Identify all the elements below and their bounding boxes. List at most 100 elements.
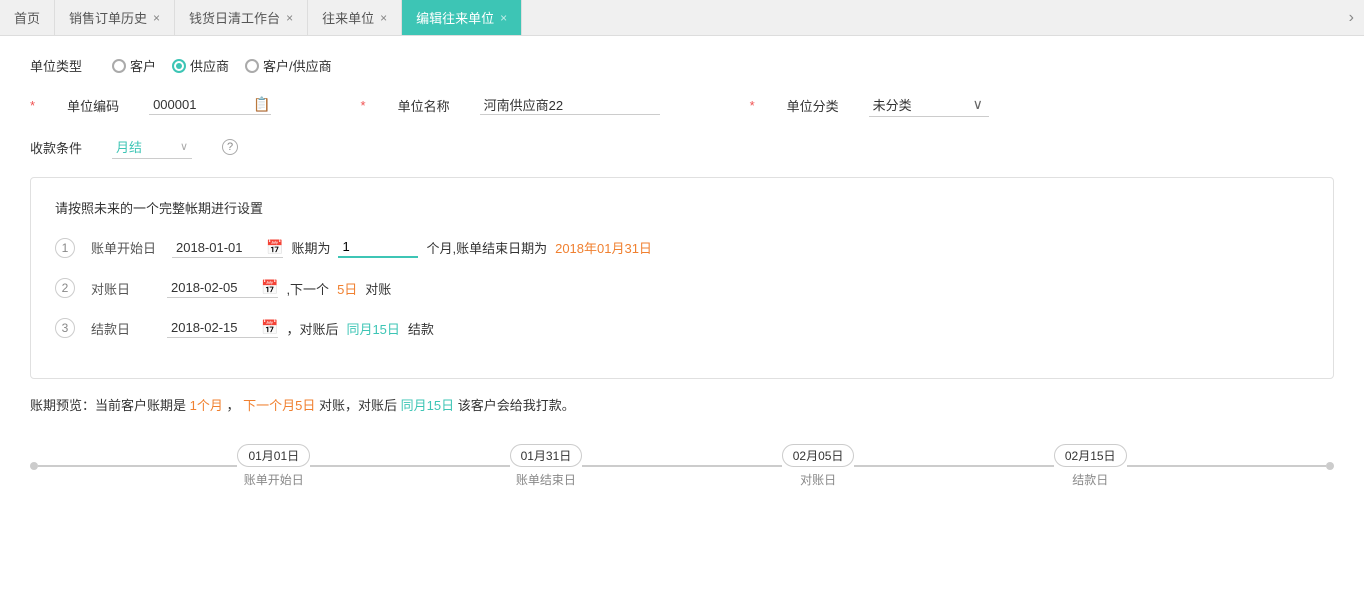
step-2-calendar-icon[interactable]: 📅 — [261, 279, 278, 296]
step-1-suffix: 账期为 — [291, 238, 330, 257]
radio-supplier-circle — [172, 59, 186, 73]
preview-text: 账期预览：当前客户账期是 1个月 ， 下一个月5日 对账，对账后 同月15日 该… — [30, 395, 1334, 414]
step-1-label: 账单开始日 — [91, 238, 156, 257]
step-2-num: 2 — [55, 278, 75, 298]
tab-edit-partner-units-close[interactable]: × — [500, 11, 507, 25]
payment-terms-select[interactable]: 月结 ∨ — [112, 135, 192, 159]
preview-mid2: 对账，对账后 — [319, 398, 397, 413]
radio-customer-label: 客户 — [130, 56, 156, 75]
step-2-content: 📅 ,下一个 5日 对账 — [167, 278, 391, 298]
unit-category-arrow: ∨ — [973, 96, 983, 113]
tab-home[interactable]: 首页 — [0, 0, 55, 35]
unit-name-input[interactable] — [480, 95, 660, 114]
unit-category-select[interactable]: 未分类 ∨ — [869, 93, 989, 117]
tab-partner-units[interactable]: 往来单位 × — [308, 0, 402, 35]
preview-section: 账期预览：当前客户账期是 1个月 ， 下一个月5日 对账，对账后 同月15日 该… — [30, 395, 1334, 498]
timeline-line-4 — [854, 465, 1053, 467]
radio-customer-supplier-label: 客户/供应商 — [263, 56, 332, 75]
radio-customer[interactable]: 客户 — [112, 56, 156, 75]
unit-info-row: * 单位编码 📋 * 单位名称 * 单位分类 未分类 ∨ — [30, 93, 1334, 117]
preview-next: 下一个月5日 — [243, 398, 315, 413]
timeline-line-1 — [38, 465, 237, 467]
radio-customer-circle — [112, 59, 126, 73]
unit-code-copy-icon[interactable]: 📋 — [253, 96, 270, 113]
step-3-highlight: 同月15日 — [346, 319, 399, 338]
radio-customer-supplier[interactable]: 客户/供应商 — [245, 56, 332, 75]
unit-name-input-wrapper — [480, 95, 660, 115]
period-setup-panel: 请按照未来的一个完整帐期进行设置 1 账单开始日 📅 账期为 个月,账单结束日期… — [30, 177, 1334, 379]
unit-category-value: 未分类 — [869, 93, 929, 116]
main-content: 单位类型 客户 供应商 客户/供应商 * 单位编码 📋 * 单位名称 — [0, 36, 1364, 608]
timeline-node-4: 02月15日 结款日 — [1054, 444, 1127, 488]
step-1-row: 1 账单开始日 📅 账期为 个月,账单结束日期为 2018年01月31日 — [55, 237, 1309, 258]
unit-name-star: * — [361, 98, 366, 113]
step-1-period-input[interactable] — [338, 237, 418, 258]
step-3-label: 结款日 — [91, 319, 151, 338]
step-1-calendar-icon[interactable]: 📅 — [266, 239, 283, 256]
tab-sales-order-history-close[interactable]: × — [153, 11, 160, 25]
unit-code-star: * — [30, 98, 35, 113]
timeline-start-dot — [30, 462, 38, 470]
step-2-date-wrapper: 📅 — [167, 278, 278, 298]
step-1-end-date: 2018年01月31日 — [555, 238, 652, 257]
unit-type-label: 单位类型 — [30, 56, 82, 75]
tab-cash-reconciliation-close[interactable]: × — [286, 11, 293, 25]
timeline-node-3-label: 对账日 — [800, 471, 836, 488]
unit-name-label: 单位名称 — [398, 96, 450, 115]
timeline-node-4-pill: 02月15日 — [1054, 444, 1127, 467]
help-icon-text: ? — [227, 141, 233, 153]
tab-cash-reconciliation[interactable]: 钱货日清工作台 × — [175, 0, 308, 35]
payment-terms-value: 月结 — [112, 135, 172, 158]
timeline-node-3: 02月05日 对账日 — [782, 444, 855, 488]
timeline-line-3 — [582, 465, 781, 467]
step-1-num: 1 — [55, 238, 75, 258]
tab-bar: 首页 销售订单历史 × 钱货日清工作台 × 往来单位 × 编辑往来单位 × › — [0, 0, 1364, 36]
timeline-line-2 — [310, 465, 509, 467]
unit-type-row: 单位类型 客户 供应商 客户/供应商 — [30, 56, 1334, 75]
step-1-content: 📅 账期为 个月,账单结束日期为 2018年01月31日 — [172, 237, 652, 258]
step-1-date-wrapper: 📅 — [172, 238, 283, 258]
tab-edit-partner-units-label: 编辑往来单位 — [416, 8, 494, 27]
step-3-suffix: ，对账后 — [286, 319, 338, 338]
timeline-end-dot — [1326, 462, 1334, 470]
preview-mid: ， — [227, 398, 240, 413]
step-3-after: 结款 — [408, 319, 434, 338]
preview-settle: 同月15日 — [401, 398, 454, 413]
payment-terms-row: 收款条件 月结 ∨ ? — [30, 135, 1334, 159]
tab-sales-order-history[interactable]: 销售订单历史 × — [55, 0, 175, 35]
step-1-date-input[interactable] — [172, 238, 262, 257]
timeline-node-3-pill: 02月05日 — [782, 444, 855, 467]
unit-type-radio-group: 客户 供应商 客户/供应商 — [112, 56, 332, 75]
preview-suffix: 该客户会给我打款。 — [458, 398, 575, 413]
unit-category-star: * — [750, 98, 755, 113]
step-3-date-wrapper: 📅 — [167, 318, 278, 338]
preview-prefix: 账期预览：当前客户账期是 — [30, 398, 186, 413]
timeline-node-1: 01月01日 账单开始日 — [237, 444, 310, 488]
step-2-highlight: 5日 — [337, 279, 357, 298]
timeline-node-2-label: 账单结束日 — [516, 471, 576, 488]
step-2-after: 对账 — [365, 279, 391, 298]
tab-partner-units-label: 往来单位 — [322, 8, 374, 27]
timeline: 01月01日 账单开始日 01月31日 账单结束日 02月05日 对账日 02月… — [30, 434, 1334, 498]
step-2-suffix: ,下一个 — [286, 279, 329, 298]
tab-partner-units-close[interactable]: × — [380, 11, 387, 25]
timeline-line-5 — [1127, 465, 1326, 467]
step-2-date-input[interactable] — [167, 278, 257, 297]
step-3-date-input[interactable] — [167, 318, 257, 337]
help-icon[interactable]: ? — [222, 139, 238, 155]
tab-home-label: 首页 — [14, 8, 40, 27]
step-3-content: 📅 ，对账后 同月15日 结款 — [167, 318, 434, 338]
unit-code-label: 单位编码 — [67, 96, 119, 115]
step-3-calendar-icon[interactable]: 📅 — [261, 319, 278, 336]
tab-cash-reconciliation-label: 钱货日清工作台 — [189, 8, 280, 27]
tab-more-arrow[interactable]: › — [1339, 9, 1364, 27]
tab-sales-order-history-label: 销售订单历史 — [69, 8, 147, 27]
tab-edit-partner-units[interactable]: 编辑往来单位 × — [402, 0, 522, 35]
radio-supplier[interactable]: 供应商 — [172, 56, 229, 75]
radio-customer-supplier-circle — [245, 59, 259, 73]
payment-terms-label: 收款条件 — [30, 138, 82, 157]
preview-period: 1个月 — [190, 398, 223, 413]
timeline-node-2-pill: 01月31日 — [510, 444, 583, 467]
unit-code-input[interactable] — [149, 95, 249, 114]
unit-code-input-wrapper: 📋 — [149, 95, 270, 115]
